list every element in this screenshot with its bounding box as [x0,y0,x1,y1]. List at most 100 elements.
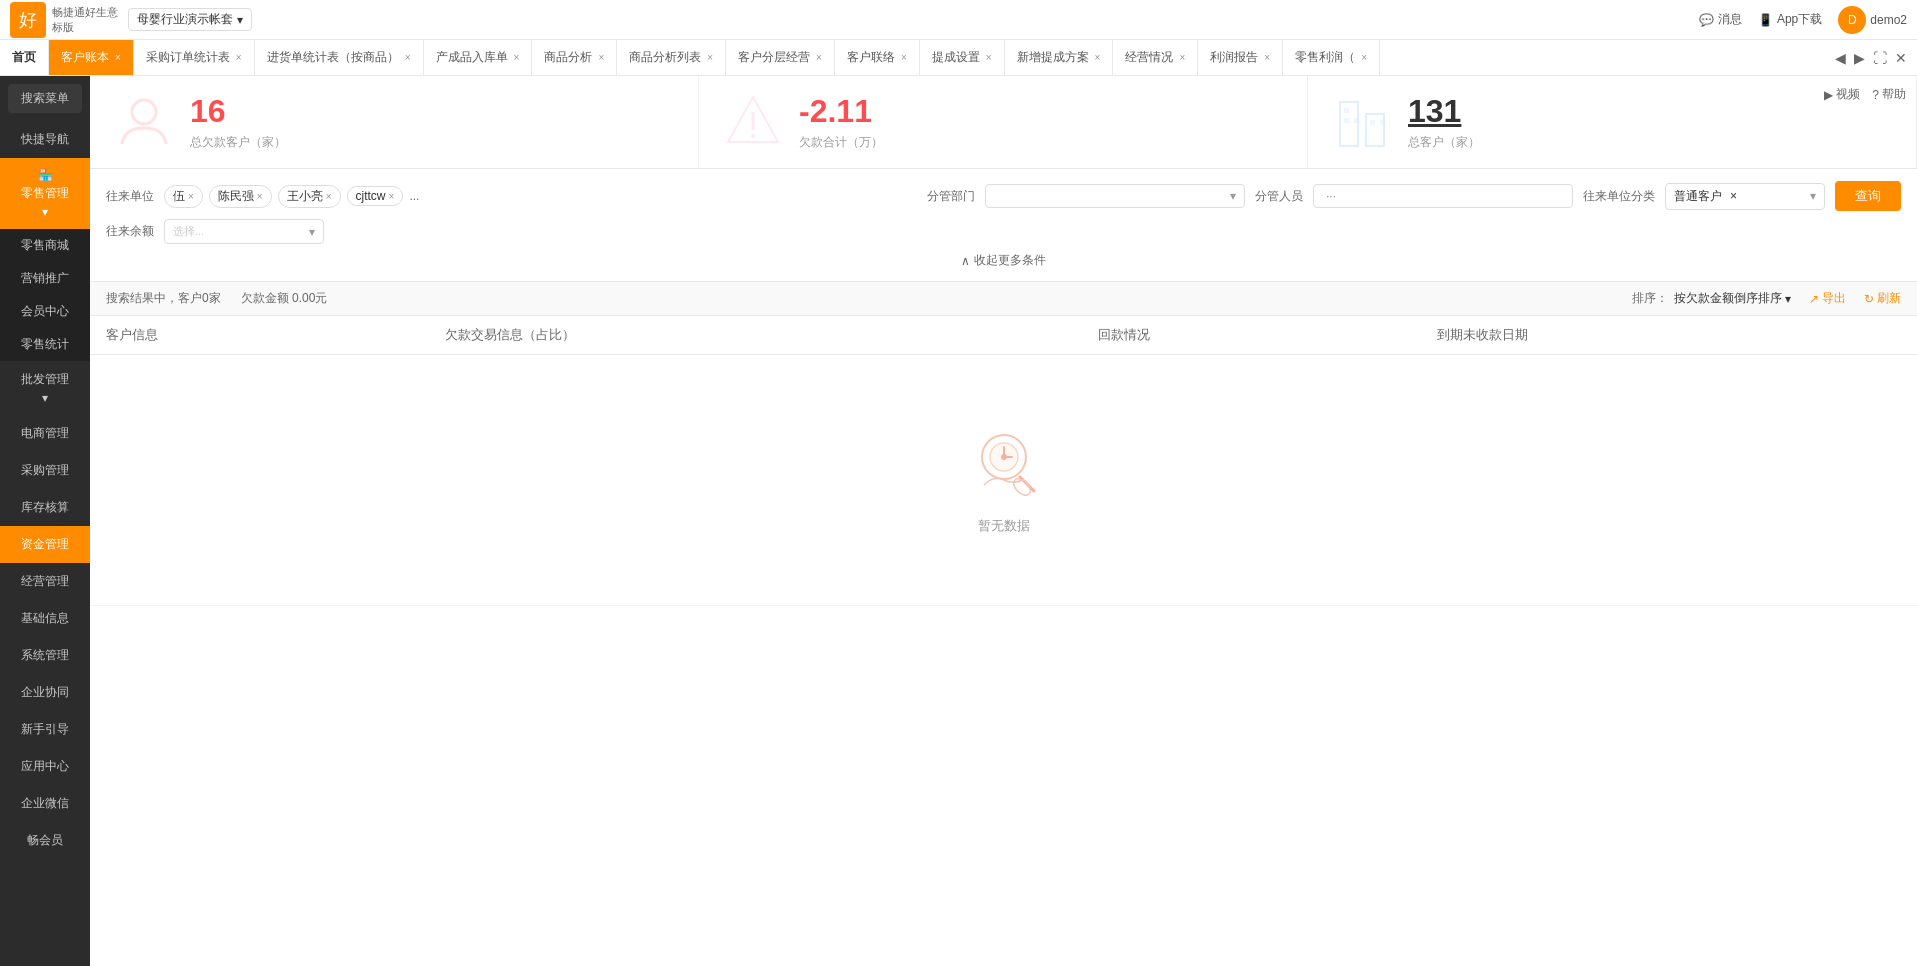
balance-select[interactable]: 选择... ▾ [164,219,324,244]
sidebar-item-enterprise-coop[interactable]: 企业协同 [0,674,90,711]
sidebar-item-member-center[interactable]: 会员中心 [0,295,90,328]
stat-info-arrears: -2.11 欠款合计（万） [799,93,883,151]
remove-tag-2[interactable]: × [326,191,332,202]
dept-select[interactable]: ▾ [985,184,1245,208]
sidebar-item-basic-info[interactable]: 基础信息 [0,600,90,637]
remove-category-tag[interactable]: × [1730,189,1737,203]
sidebar-item-new-guide[interactable]: 新手引导 [0,711,90,748]
tab-operations[interactable]: 经营情况 × [1113,40,1198,76]
filter-tag-3[interactable]: cjttcw × [347,186,404,206]
nav-close-all-icon[interactable]: ✕ [1891,48,1911,68]
tab-product-analysis[interactable]: 商品分析 × [532,40,617,76]
tab-profit-report[interactable]: 利润报告 × [1198,40,1283,76]
close-icon[interactable]: × [901,52,907,63]
tab-product-analysis-list[interactable]: 商品分析列表 × [617,40,726,76]
video-btn[interactable]: ▶ 视频 [1824,86,1860,103]
sidebar-item-retail-stats[interactable]: 零售统计 [0,328,90,361]
filter-row-2: 往来余额 选择... ▾ [106,219,1901,244]
tab-purchase-orders[interactable]: 采购订单统计表 × [134,40,255,76]
col-repayment: 回款情况 [1082,316,1421,355]
filter-more-tags[interactable]: ... [409,189,419,203]
col-overdue-date: 到期未收款日期 [1421,316,1917,355]
chevron-down-icon: ▾ [1810,189,1816,203]
tab-new-promotion[interactable]: 新增提成方案 × [1005,40,1114,76]
remove-tag-1[interactable]: × [257,191,263,202]
user-avatar[interactable]: D demo2 [1838,6,1907,34]
sidebar-item-retail-mgmt[interactable]: 🏪 零售管理 ▾ [0,158,90,229]
close-icon[interactable]: × [1264,52,1270,63]
remove-tag-3[interactable]: × [389,191,395,202]
help-btn[interactable]: ? 帮助 [1872,86,1906,103]
arrears-icon [723,92,783,152]
sort-select[interactable]: 按欠款金额倒序排序 ▾ [1674,290,1791,307]
tab-inbound-stats[interactable]: 进货单统计表（按商品） × [255,40,424,76]
filter-tag-1[interactable]: 陈民强 × [209,185,272,208]
sidebar-item-capital-mgmt[interactable]: 资金管理 [0,526,90,563]
message-button[interactable]: 💬 消息 [1699,11,1742,28]
no-data-icon [964,425,1044,505]
tab-home[interactable]: 首页 [0,40,49,76]
sidebar-item-enterprise-wechat[interactable]: 企业微信 [0,785,90,822]
tab-customer-segment[interactable]: 客户分层经营 × [726,40,835,76]
sidebar-item-retail-mall[interactable]: 零售商城 [0,229,90,262]
sidebar-item-inventory-check[interactable]: 库存核算 [0,489,90,526]
close-icon[interactable]: × [405,52,411,63]
search-menu-button[interactable]: 搜索菜单 [8,84,82,113]
export-button[interactable]: ↗ 导出 [1809,290,1846,307]
app-download-button[interactable]: 📱 App下载 [1758,11,1822,28]
svg-point-2 [751,134,755,138]
unit-category-select[interactable]: 普通客户 × ▾ [1665,183,1825,210]
logo-area: 好 畅捷通好生意 标版 [10,2,118,38]
avatar-circle: D [1838,6,1866,34]
tab-retail-profit[interactable]: 零售利润（ × [1283,40,1380,76]
close-icon[interactable]: × [986,52,992,63]
sidebar-item-purchase-mgmt[interactable]: 采购管理 [0,452,90,489]
close-icon[interactable]: × [598,52,604,63]
sidebar-search-area: 搜索菜单 [0,76,90,121]
stats-header: 16 总欠款客户（家） -2.11 欠款合计（万） [90,76,1917,169]
close-icon[interactable]: × [1095,52,1101,63]
total-clients-value: 131 [1408,93,1480,130]
stat-card-total-clients: 131 总客户（家） ▶ 视频 ? 帮助 [1308,76,1917,168]
chevron-down-icon: ▾ [309,225,315,239]
sidebar-item-quick-nav[interactable]: 快捷导航 [0,121,90,158]
filter-row-1: 往来单位 伍 × 陈民强 × 王小亮 × cjttcw [106,181,1901,211]
store-selector[interactable]: 母婴行业演示帐套 ▾ [128,8,252,31]
nav-arrows: ◀ ▶ ⛶ ✕ [1825,48,1917,68]
more-options-icon[interactable]: ··· [1326,189,1336,203]
sidebar-item-system-mgmt[interactable]: 系统管理 [0,637,90,674]
customers-icon [114,92,174,152]
query-button[interactable]: 查询 [1835,181,1901,211]
remove-tag-0[interactable]: × [188,191,194,202]
collapse-button[interactable]: ∧ 收起更多条件 [106,252,1901,269]
sidebar-item-app-center[interactable]: 应用中心 [0,748,90,785]
tab-promotion-settings[interactable]: 提成设置 × [920,40,1005,76]
svg-point-14 [1010,476,1033,499]
tab-customer-contact[interactable]: 客户联络 × [835,40,920,76]
nav-expand-icon[interactable]: ⛶ [1869,48,1891,68]
sidebar-item-wholesale-mgmt[interactable]: 批发管理 ▾ [0,361,90,415]
filter-tags: 伍 × 陈民强 × 王小亮 × cjttcw × ... [164,185,917,208]
sidebar-item-operations-mgmt[interactable]: 经营管理 [0,563,90,600]
person-select[interactable]: ··· [1313,184,1573,208]
tab-cost-inbound[interactable]: 产成品入库单 × [424,40,533,76]
sidebar-item-member[interactable]: 畅会员 [0,822,90,859]
filter-tag-0[interactable]: 伍 × [164,185,203,208]
close-icon[interactable]: × [816,52,822,63]
close-icon[interactable]: × [1179,52,1185,63]
stat-info-total-clients: 131 总客户（家） [1408,93,1480,151]
sidebar-item-ecommerce-mgmt[interactable]: 电商管理 [0,415,90,452]
sidebar-item-marketing[interactable]: 营销推广 [0,262,90,295]
close-icon[interactable]: × [1361,52,1367,63]
filter-tag-2[interactable]: 王小亮 × [278,185,341,208]
close-icon[interactable]: × [236,52,242,63]
close-icon[interactable]: × [707,52,713,63]
refresh-button[interactable]: ↻ 刷新 [1864,290,1901,307]
close-icon[interactable]: × [514,52,520,63]
play-icon: ▶ [1824,88,1833,102]
tab-accounts[interactable]: 客户账本 × [49,40,134,76]
nav-left-arrow[interactable]: ◀ [1831,48,1850,68]
close-icon[interactable]: × [115,52,121,63]
nav-right-arrow[interactable]: ▶ [1850,48,1869,68]
sidebar: 搜索菜单 快捷导航 🏪 零售管理 ▾ 零售商城 营销推广 会员中心 零售统计 批… [0,76,90,966]
